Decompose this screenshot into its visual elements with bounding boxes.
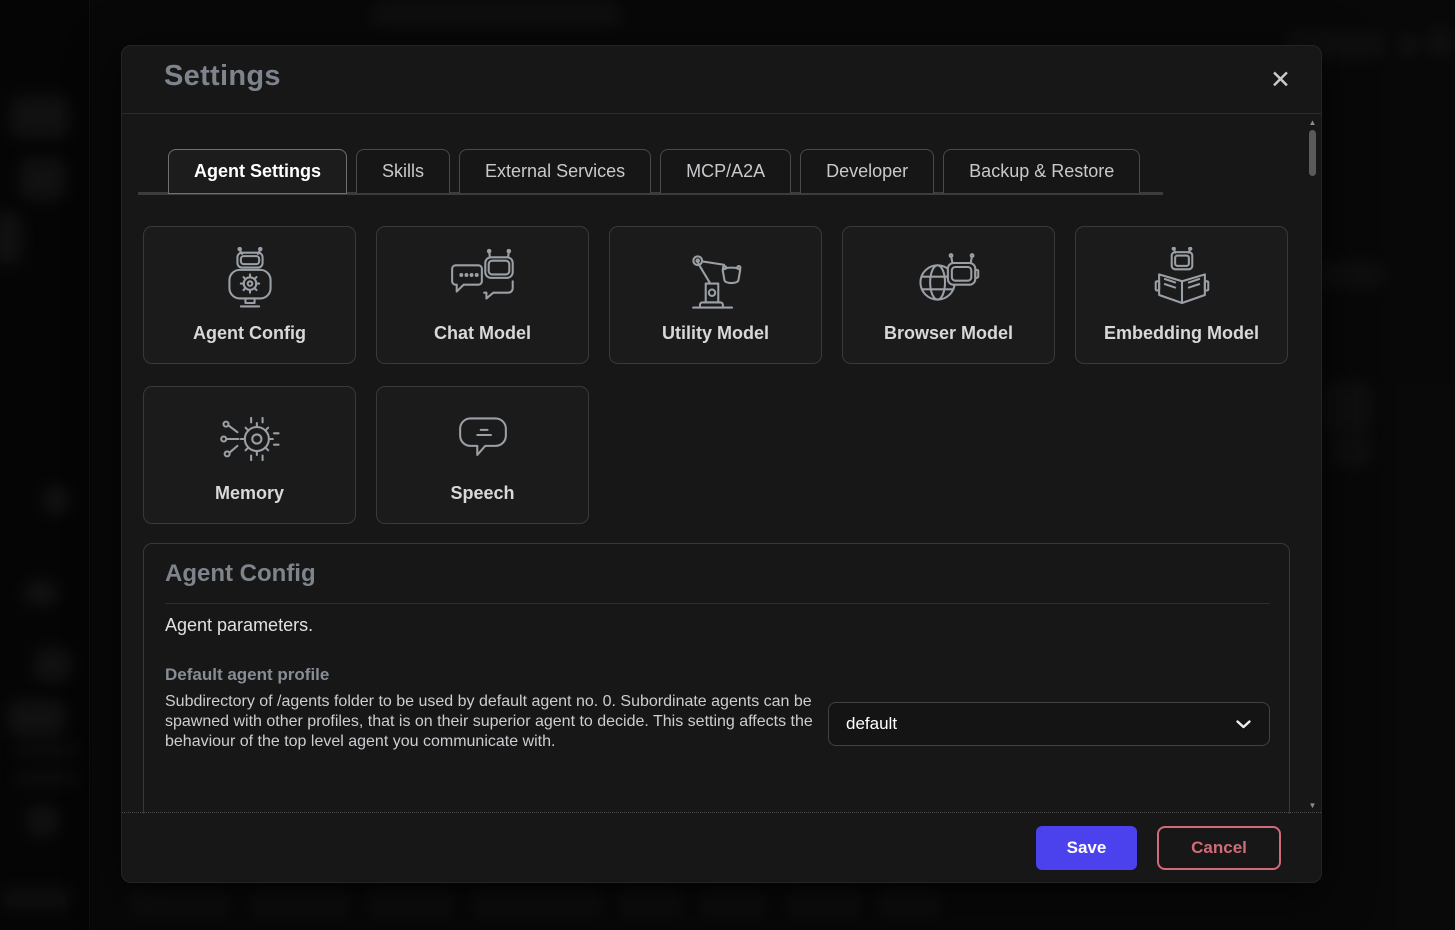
scroll-down-icon[interactable]: ▼ [1305,801,1320,810]
save-button[interactable]: Save [1036,826,1137,870]
modal-scrollbar[interactable]: ▲ ▼ [1305,114,1320,814]
modal-title: Settings [164,60,281,93]
nav-card-memory[interactable]: Memory [143,386,356,524]
nav-card-label: Memory [215,483,284,504]
scroll-up-icon[interactable]: ▲ [1305,118,1320,127]
tab-external-services[interactable]: External Services [459,149,651,194]
tab-agent-settings[interactable]: Agent Settings [168,149,347,194]
nav-card-browser-model[interactable]: Browser Model [842,226,1055,364]
settings-tab-bar: Agent Settings Skills External Services … [168,149,1140,194]
section-subtitle: Agent parameters. [165,615,313,636]
nav-card-label: Speech [450,483,514,504]
agent-config-section: Agent Config Agent parameters. Default a… [143,543,1290,814]
tab-skills[interactable]: Skills [356,149,450,194]
section-divider [165,603,1270,604]
tab-mcp-a2a[interactable]: MCP/A2A [660,149,791,194]
nav-card-label: Embedding Model [1104,323,1259,344]
scrollbar-thumb[interactable] [1309,130,1316,176]
chat-model-icon [445,247,521,316]
chevron-down-icon [1235,719,1252,730]
default-agent-profile-select[interactable]: default [828,702,1270,746]
nav-card-label: Browser Model [884,323,1013,344]
header-divider [122,113,1321,114]
close-icon[interactable]: ✕ [1266,64,1295,97]
nav-card-label: Agent Config [193,323,306,344]
browser-model-icon [911,247,987,316]
select-value: default [846,714,897,734]
settings-modal: Settings ✕ Agent Settings Skills Externa… [121,45,1322,883]
speech-icon [445,407,521,476]
field-description: Subdirectory of /agents folder to be use… [165,692,817,752]
nav-card-chat-model[interactable]: Chat Model [376,226,589,364]
utility-model-icon [678,247,754,316]
tab-developer[interactable]: Developer [800,149,934,194]
tab-backup-restore[interactable]: Backup & Restore [943,149,1140,194]
modal-footer: Save Cancel [122,812,1321,882]
settings-nav-cards: Agent Config Chat Model [143,226,1290,524]
embedding-model-icon [1144,247,1220,316]
nav-card-label: Utility Model [662,323,769,344]
field-label-default-agent-profile: Default agent profile [165,665,329,685]
nav-card-embedding-model[interactable]: Embedding Model [1075,226,1288,364]
memory-icon [212,407,288,476]
section-title: Agent Config [165,560,316,588]
agent-config-icon [212,247,288,316]
nav-card-label: Chat Model [434,323,531,344]
nav-card-agent-config[interactable]: Agent Config [143,226,356,364]
nav-card-speech[interactable]: Speech [376,386,589,524]
cancel-button[interactable]: Cancel [1157,826,1281,870]
nav-card-utility-model[interactable]: Utility Model [609,226,822,364]
